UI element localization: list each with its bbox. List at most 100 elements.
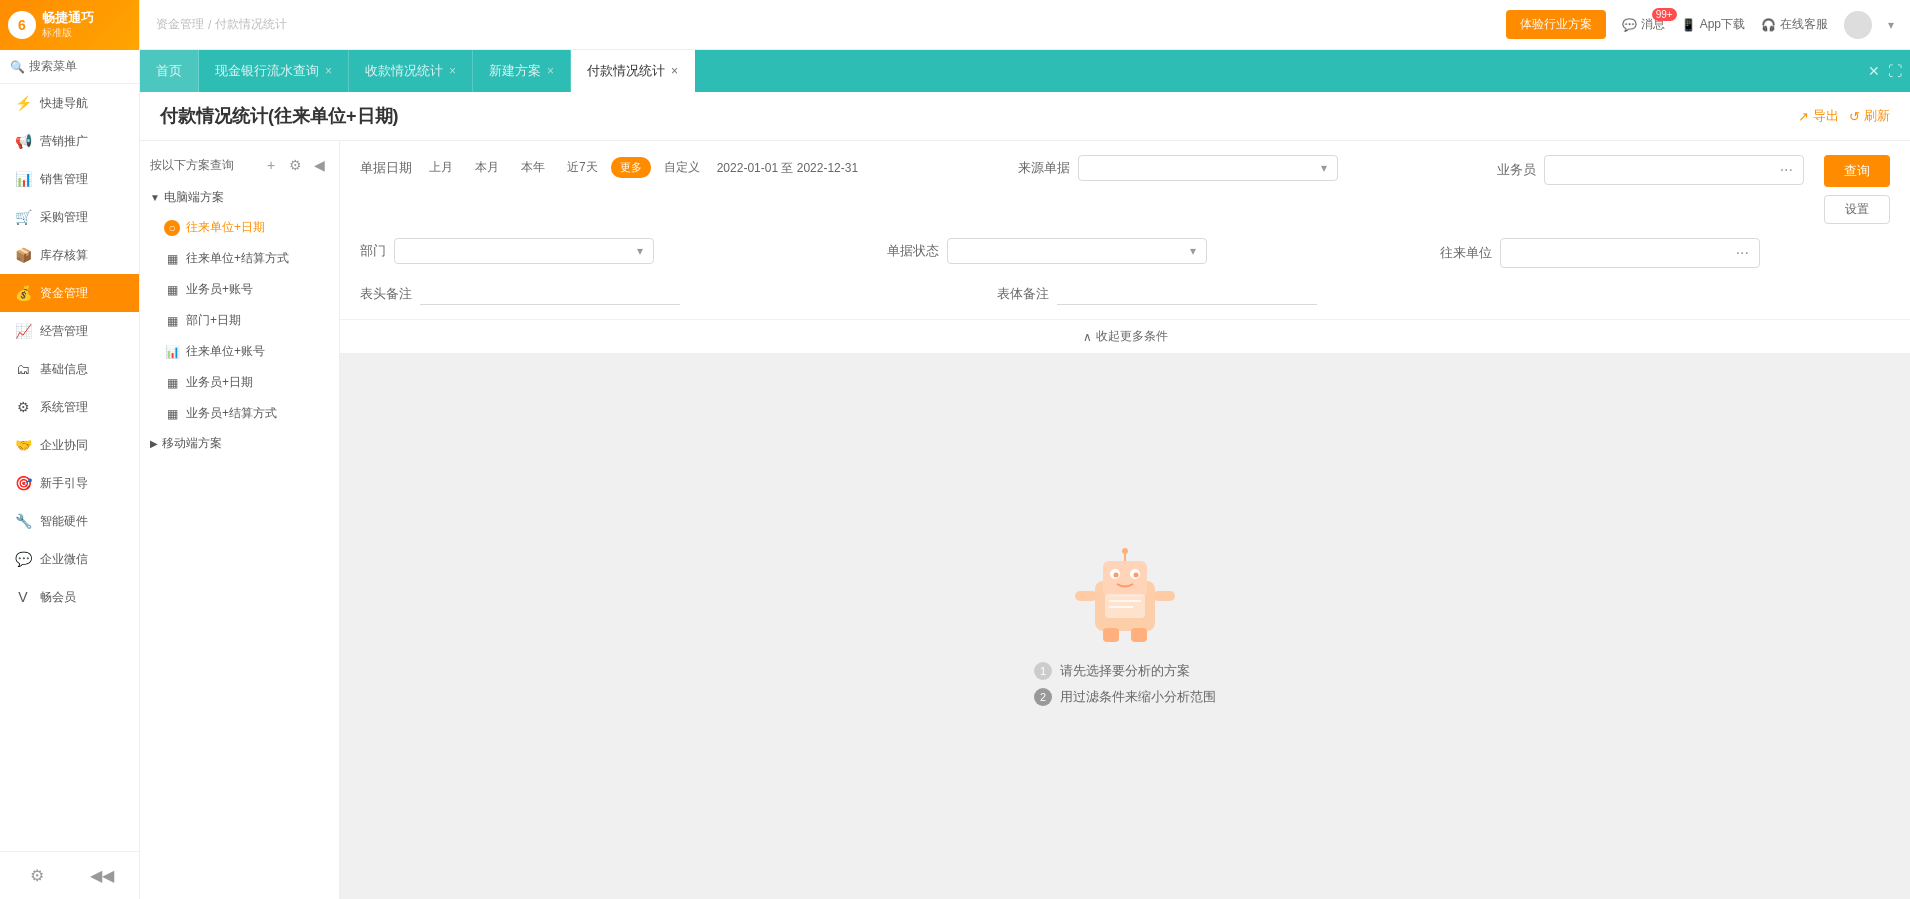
sidebar-item-inventory[interactable]: 📦库存核算 bbox=[0, 236, 139, 274]
date-btn-this-month[interactable]: 本月 bbox=[466, 155, 508, 180]
svg-rect-12 bbox=[1105, 594, 1145, 618]
export-btn[interactable]: ↗ 导出 bbox=[1798, 107, 1839, 125]
window-maximize-btn[interactable]: ⛶ bbox=[1888, 63, 1902, 79]
tab-home[interactable]: 首页 bbox=[140, 50, 199, 92]
body-note-label: 表体备注 bbox=[997, 285, 1049, 303]
query-btn[interactable]: 查询 bbox=[1824, 155, 1890, 187]
scheme-staff-settle[interactable]: ▦ 业务员+结算方式 bbox=[140, 398, 339, 429]
nav-label-marketing: 营销推广 bbox=[40, 133, 88, 150]
filter-salesperson-item: 业务员 ··· bbox=[1497, 155, 1804, 185]
collapse-label: 收起更多条件 bbox=[1096, 328, 1168, 345]
export-label: 导出 bbox=[1813, 107, 1839, 125]
search-menu[interactable]: 🔍 搜索菜单 bbox=[0, 50, 139, 84]
date-btn-this-year[interactable]: 本年 bbox=[512, 155, 554, 180]
partner-label: 往来单位 bbox=[1440, 244, 1492, 262]
sidebar-header: 6 畅捷通巧 标准版 bbox=[0, 0, 139, 50]
sidebar-item-operation[interactable]: 📈经营管理 bbox=[0, 312, 139, 350]
date-btn-last-month[interactable]: 上月 bbox=[420, 155, 462, 180]
scheme-staff-account[interactable]: ▦ 业务员+账号 bbox=[140, 274, 339, 305]
sidebar-settings-btn[interactable]: ⚙ bbox=[8, 860, 66, 891]
app-download-btn[interactable]: 📱 App下载 bbox=[1681, 16, 1745, 33]
sidebar-item-system[interactable]: ⚙系统管理 bbox=[0, 388, 139, 426]
salesperson-select[interactable]: ··· bbox=[1544, 155, 1804, 185]
message-btn[interactable]: 💬 消息 99+ bbox=[1622, 16, 1665, 33]
filter-source-item: 来源单据 ▾ bbox=[1018, 155, 1338, 181]
logo-icon: 6 bbox=[8, 11, 36, 39]
trial-btn[interactable]: 体验行业方案 bbox=[1506, 10, 1606, 39]
tab-collection-close[interactable]: × bbox=[449, 64, 456, 78]
user-avatar[interactable] bbox=[1844, 11, 1872, 39]
date-btn-7days[interactable]: 近7天 bbox=[558, 155, 607, 180]
docstatus-label: 单据状态 bbox=[887, 242, 939, 260]
user-dropdown-icon[interactable]: ▾ bbox=[1888, 18, 1894, 32]
scheme-dept-date[interactable]: ▦ 部门+日期 bbox=[140, 305, 339, 336]
panel-toolbar-label: 按以下方案查询 bbox=[150, 157, 234, 174]
sidebar-item-purchase[interactable]: 🛒采购管理 bbox=[0, 198, 139, 236]
date-btn-custom[interactable]: 自定义 bbox=[655, 155, 709, 180]
sidebar-item-wechat[interactable]: 💬企业微信 bbox=[0, 540, 139, 578]
mobile-group-label: 移动端方案 bbox=[162, 435, 222, 452]
nav-icon-inventory: 📦 bbox=[14, 246, 32, 264]
collapse-conditions-btn[interactable]: ∧ 收起更多条件 bbox=[340, 319, 1910, 353]
salesperson-dots-icon: ··· bbox=[1780, 161, 1793, 179]
refresh-btn[interactable]: ↺ 刷新 bbox=[1849, 107, 1890, 125]
search-label: 搜索菜单 bbox=[29, 58, 77, 75]
body-note-input[interactable] bbox=[1057, 282, 1317, 305]
sidebar-collapse-btn[interactable]: ◀◀ bbox=[74, 860, 132, 891]
tab-new-scheme[interactable]: 新建方案 × bbox=[473, 50, 571, 92]
header-note-input[interactable] bbox=[420, 282, 680, 305]
topbar: 资金管理 / 付款情况统计 体验行业方案 💬 消息 99+ 📱 App下载 🎧 … bbox=[140, 0, 1910, 50]
scheme-partner-settle[interactable]: ▦ 往来单位+结算方式 bbox=[140, 243, 339, 274]
nav-icon-wechat: 💬 bbox=[14, 550, 32, 568]
nav-icon-marketing: 📢 bbox=[14, 132, 32, 150]
dept-select[interactable]: ▾ bbox=[394, 238, 654, 264]
add-scheme-btn[interactable]: + bbox=[261, 155, 281, 175]
tab-payment-close[interactable]: × bbox=[671, 64, 678, 78]
filter-settings-btn[interactable]: 设置 bbox=[1824, 195, 1890, 224]
scheme-staff-date[interactable]: ▦ 业务员+日期 bbox=[140, 367, 339, 398]
group-arrow-icon: ▼ bbox=[150, 192, 160, 203]
nav-icon-base: 🗂 bbox=[14, 360, 32, 378]
logo-sub: 标准版 bbox=[42, 26, 94, 40]
service-btn[interactable]: 🎧 在线客服 bbox=[1761, 16, 1828, 33]
date-btn-more[interactable]: 更多 bbox=[611, 157, 651, 178]
sidebar-item-base[interactable]: 🗂基础信息 bbox=[0, 350, 139, 388]
sidebar-item-enterprise[interactable]: 🤝企业协同 bbox=[0, 426, 139, 464]
tab-new-scheme-close[interactable]: × bbox=[547, 64, 554, 78]
panel-toolbar: 按以下方案查询 + ⚙ ◀ bbox=[140, 151, 339, 183]
sidebar-item-sales[interactable]: 📊销售管理 bbox=[0, 160, 139, 198]
window-close-btn[interactable]: ✕ bbox=[1868, 63, 1880, 79]
sidebar-item-guide[interactable]: 🎯新手引导 bbox=[0, 464, 139, 502]
tab-bank-close[interactable]: × bbox=[325, 64, 332, 78]
empty-hints: 1 请先选择要分析的方案 2 用过滤条件来缩小分析范围 bbox=[1034, 662, 1216, 706]
hint-text-1: 请先选择要分析的方案 bbox=[1060, 662, 1190, 680]
sidebar-item-marketing[interactable]: 📢 营销推广 bbox=[0, 122, 139, 160]
tab-collection[interactable]: 收款情况统计 × bbox=[349, 50, 473, 92]
scheme-label-partner-settle: 往来单位+结算方式 bbox=[186, 250, 289, 267]
empty-illustration bbox=[1065, 546, 1185, 646]
scheme-partner-date[interactable]: ○ 往来单位+日期 bbox=[140, 212, 339, 243]
scheme-label-staff-account: 业务员+账号 bbox=[186, 281, 253, 298]
scheme-icon-partner-settle: ▦ bbox=[164, 251, 180, 267]
tab-payment[interactable]: 付款情况统计 × bbox=[571, 50, 695, 92]
scheme-partner-account[interactable]: 📊 往来单位+账号 bbox=[140, 336, 339, 367]
filter-docstatus-item: 单据状态 ▾ bbox=[887, 238, 1207, 264]
body-area: 按以下方案查询 + ⚙ ◀ ▼ 电脑端方案 ○ 往来单位+日期 bbox=[140, 141, 1910, 899]
source-label: 来源单据 bbox=[1018, 159, 1070, 177]
docstatus-select[interactable]: ▾ bbox=[947, 238, 1207, 264]
sidebar-item-quick-nav[interactable]: ⚡快捷导航 bbox=[0, 84, 139, 122]
breadcrumb: 资金管理 / 付款情况统计 bbox=[156, 16, 1496, 33]
partner-select[interactable]: ··· bbox=[1500, 238, 1760, 268]
panel-collapse-btn[interactable]: ◀ bbox=[309, 155, 329, 175]
scheme-settings-btn[interactable]: ⚙ bbox=[285, 155, 305, 175]
sidebar-item-finance[interactable]: 💰资金管理 bbox=[0, 274, 139, 312]
mobile-group-header[interactable]: ▶ 移动端方案 bbox=[140, 429, 339, 458]
tab-bank[interactable]: 现金银行流水查询 × bbox=[199, 50, 349, 92]
nav-label-system: 系统管理 bbox=[40, 399, 88, 416]
scheme-icon-staff-date: ▦ bbox=[164, 375, 180, 391]
page-title: 付款情况统计(往来单位+日期) bbox=[160, 104, 399, 128]
sidebar-item-member[interactable]: V畅会员 bbox=[0, 578, 139, 616]
pc-group-header[interactable]: ▼ 电脑端方案 bbox=[140, 183, 339, 212]
source-select[interactable]: ▾ bbox=[1078, 155, 1338, 181]
sidebar-item-hardware[interactable]: 🔧智能硬件 bbox=[0, 502, 139, 540]
